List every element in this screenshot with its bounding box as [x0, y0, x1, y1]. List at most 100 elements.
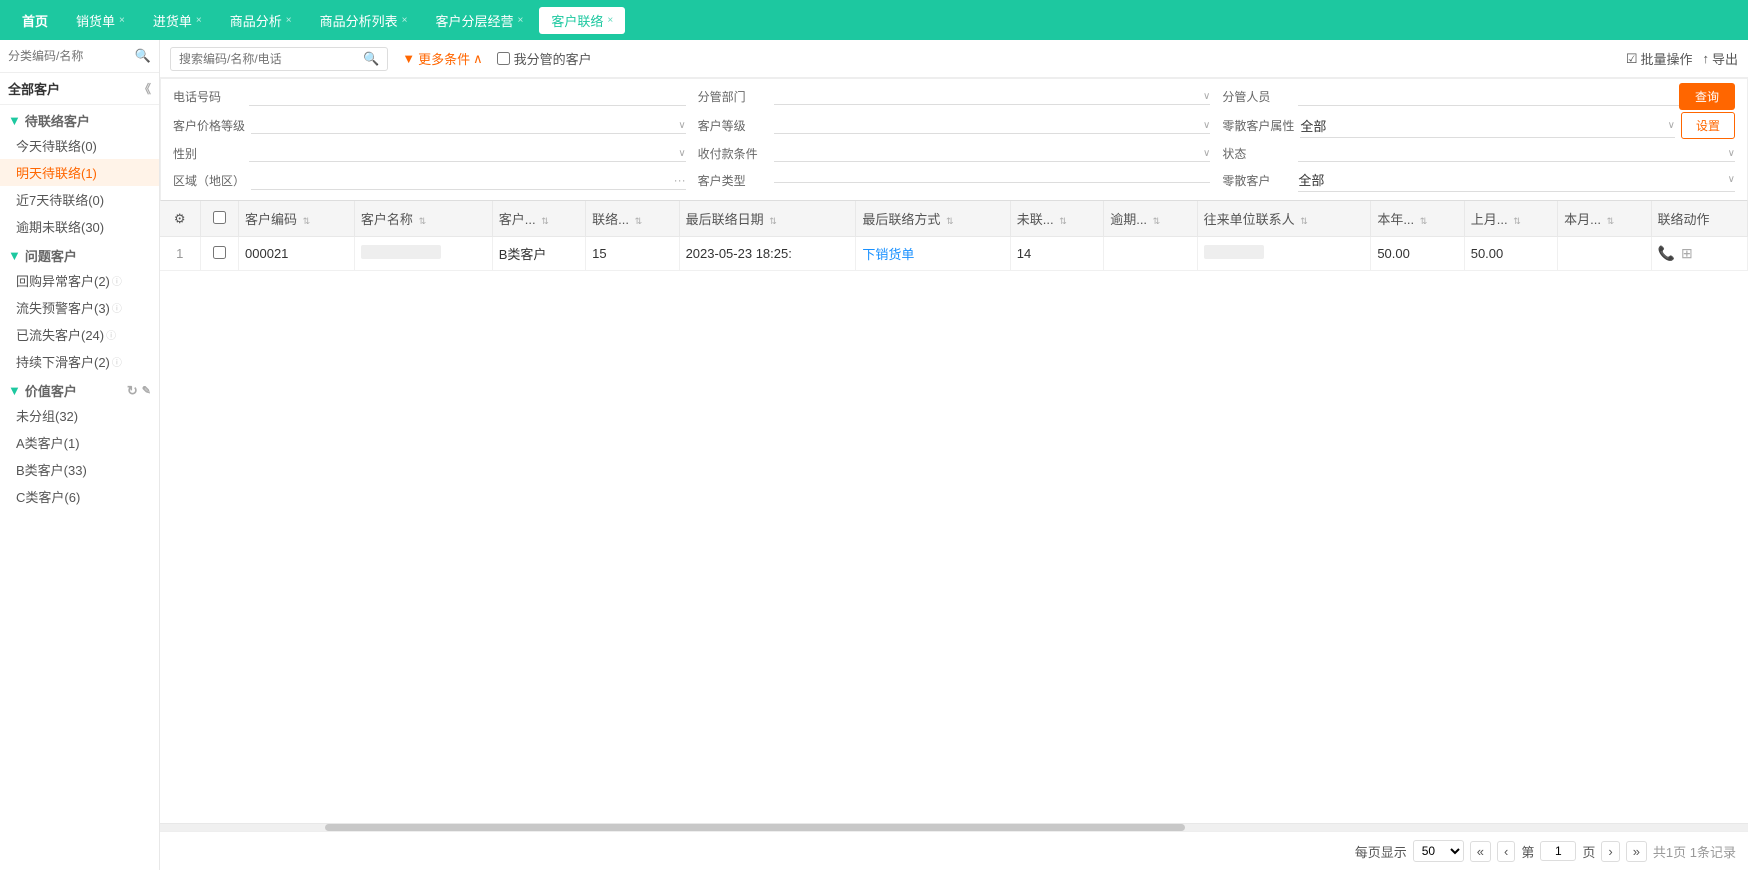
- customer-type-select[interactable]: [774, 178, 1211, 183]
- last-method-link[interactable]: 下销货单: [862, 247, 914, 262]
- nav-product-analysis-list[interactable]: 商品分析列表 ×: [308, 7, 420, 34]
- sidebar-item-abnormal[interactable]: 回购异常客户(2) ⓘ: [0, 267, 159, 294]
- th-contact-person[interactable]: 往来单位联系人 ⇅: [1197, 201, 1371, 237]
- sidebar-item-a-class[interactable]: A类客户(1): [0, 429, 159, 456]
- search-input[interactable]: [179, 52, 359, 66]
- query-btn[interactable]: 查询: [1679, 83, 1735, 110]
- sidebar-item-c-class[interactable]: C类客户(6): [0, 483, 159, 510]
- my-customers-check[interactable]: [497, 52, 510, 65]
- settings-gear-icon[interactable]: ⚙: [174, 211, 186, 226]
- nav-home[interactable]: 首页: [10, 7, 60, 34]
- retail-attr-select[interactable]: 全部 ∨: [1300, 114, 1675, 138]
- triangle-pending: ▼: [8, 113, 21, 128]
- page-number-input[interactable]: [1540, 841, 1576, 861]
- filter-more-btn[interactable]: ▼ 更多条件 ∧: [396, 46, 488, 71]
- sidebar-item-ungroups[interactable]: 未分组(32): [0, 402, 159, 429]
- triangle-problem: ▼: [8, 248, 21, 263]
- per-page-select[interactable]: 50 100 200: [1413, 840, 1464, 862]
- search-box: 🔍: [170, 47, 388, 71]
- my-customers-checkbox[interactable]: 我分管的客户: [497, 49, 592, 68]
- hint-icon-abnormal: ⓘ: [112, 273, 122, 288]
- last-page-btn[interactable]: »: [1626, 841, 1647, 862]
- nav-customer-contact[interactable]: 客户联络 ×: [539, 7, 625, 34]
- th-last-month[interactable]: 上月... ⇅: [1464, 201, 1557, 237]
- settings-btn[interactable]: 设置: [1681, 112, 1735, 139]
- close-sales-order-icon[interactable]: ×: [119, 15, 125, 26]
- sidebar-search-input[interactable]: [8, 49, 131, 63]
- dept-select[interactable]: ∨: [774, 89, 1211, 105]
- close-purchase-order-icon[interactable]: ×: [196, 15, 202, 26]
- nav-customer-tier[interactable]: 客户分层经营 ×: [423, 7, 535, 34]
- search-submit-icon[interactable]: 🔍: [363, 51, 379, 67]
- triangle-value: ▼: [8, 383, 21, 398]
- next-page-btn[interactable]: ›: [1601, 841, 1619, 862]
- prev-page-btn[interactable]: ‹: [1497, 841, 1515, 862]
- row-last-method[interactable]: 下销货单: [856, 237, 1010, 271]
- dept-chevron-icon: ∨: [1203, 91, 1210, 102]
- th-last-date[interactable]: 最后联络日期 ⇅: [679, 201, 856, 237]
- sort-icon-contact-person: ⇅: [1300, 216, 1308, 226]
- th-this-year[interactable]: 本年... ⇅: [1371, 201, 1464, 237]
- collapse-icon[interactable]: 《: [139, 80, 151, 97]
- th-code[interactable]: 客户编码 ⇅: [239, 201, 355, 237]
- sidebar-item-overdue[interactable]: 逾期未联络(30): [0, 213, 159, 240]
- th-name[interactable]: 客户名称 ⇅: [354, 201, 492, 237]
- edit-value-icon[interactable]: ✎: [142, 384, 151, 397]
- page-label: 第: [1521, 842, 1534, 861]
- th-last-method[interactable]: 最后联络方式 ⇅: [856, 201, 1010, 237]
- row-seq: 1: [160, 237, 200, 271]
- th-checkbox[interactable]: [200, 201, 239, 237]
- payment-select[interactable]: ∨: [774, 146, 1211, 162]
- toolbar: 🔍 ▼ 更多条件 ∧ 我分管的客户 ☑ 批量操作 ↑ 导出: [160, 40, 1748, 78]
- th-overdue[interactable]: 逾期... ⇅: [1104, 201, 1197, 237]
- sidebar-search-icon[interactable]: 🔍: [135, 48, 151, 64]
- row-contact-person: [1197, 237, 1371, 271]
- th-this-month[interactable]: 本月... ⇅: [1558, 201, 1651, 237]
- sidebar-item-7days[interactable]: 近7天待联络(0): [0, 186, 159, 213]
- close-product-analysis-list-icon[interactable]: ×: [402, 15, 408, 26]
- select-all-checkbox[interactable]: [213, 211, 226, 224]
- phone-input[interactable]: [249, 87, 686, 106]
- gender-label: 性别: [173, 145, 243, 162]
- row-select-checkbox[interactable]: [213, 246, 226, 259]
- nav-sales-order[interactable]: 销货单 ×: [64, 7, 137, 34]
- close-customer-tier-icon[interactable]: ×: [517, 15, 523, 26]
- retail-customer-chevron-icon: ∨: [1728, 174, 1735, 185]
- all-customers-header[interactable]: 全部客户 《: [0, 73, 159, 105]
- nav-purchase-order[interactable]: 进货单 ×: [141, 7, 214, 34]
- sidebar-item-tomorrow[interactable]: 明天待联络(1): [0, 159, 159, 186]
- phone-action-icon[interactable]: 📞: [1658, 245, 1675, 262]
- status-select[interactable]: ∨: [1298, 146, 1735, 162]
- refresh-icon[interactable]: ↻: [127, 383, 138, 399]
- sidebar-item-churned[interactable]: 已流失客户(24) ⓘ: [0, 321, 159, 348]
- first-page-btn[interactable]: «: [1470, 841, 1491, 862]
- region-select[interactable]: ···: [251, 171, 686, 190]
- close-customer-contact-icon[interactable]: ×: [607, 15, 613, 26]
- customer-grade-select[interactable]: ∨: [774, 118, 1211, 134]
- sidebar-item-churn-warning[interactable]: 流失预警客户(3) ⓘ: [0, 294, 159, 321]
- price-grade-select[interactable]: ∨: [251, 118, 686, 134]
- filter-chevron-icon: ∧: [473, 51, 483, 67]
- th-uncontact[interactable]: 未联... ⇅: [1010, 201, 1103, 237]
- region-dots-icon[interactable]: ···: [674, 173, 686, 187]
- retail-customer-select[interactable]: 全部 ∨: [1298, 168, 1735, 192]
- scroll-thumb[interactable]: [325, 824, 1185, 831]
- nav-product-analysis[interactable]: 商品分析 ×: [218, 7, 304, 34]
- row-checkbox[interactable]: [200, 237, 239, 271]
- export-btn[interactable]: ↑ 导出: [1702, 49, 1738, 68]
- th-settings[interactable]: ⚙: [160, 201, 200, 237]
- th-contact-count[interactable]: 联络... ⇅: [586, 201, 679, 237]
- status-chevron-icon: ∨: [1728, 148, 1735, 159]
- person-select[interactable]: ···: [1298, 87, 1735, 106]
- horizontal-scrollbar[interactable]: [160, 823, 1748, 831]
- more-action-icon[interactable]: ⊞: [1681, 245, 1693, 262]
- sidebar-item-declining[interactable]: 持续下滑客户(2) ⓘ: [0, 348, 159, 375]
- sidebar-item-b-class[interactable]: B类客户(33): [0, 456, 159, 483]
- filter-status: 状态 ∨: [1222, 145, 1735, 162]
- gender-select[interactable]: ∨: [249, 146, 686, 162]
- close-product-analysis-icon[interactable]: ×: [286, 15, 292, 26]
- th-type[interactable]: 客户... ⇅: [492, 201, 585, 237]
- batch-op-btn[interactable]: ☑ 批量操作: [1626, 49, 1693, 68]
- sidebar-item-today[interactable]: 今天待联络(0): [0, 132, 159, 159]
- group-problem-label: 问题客户: [25, 246, 77, 265]
